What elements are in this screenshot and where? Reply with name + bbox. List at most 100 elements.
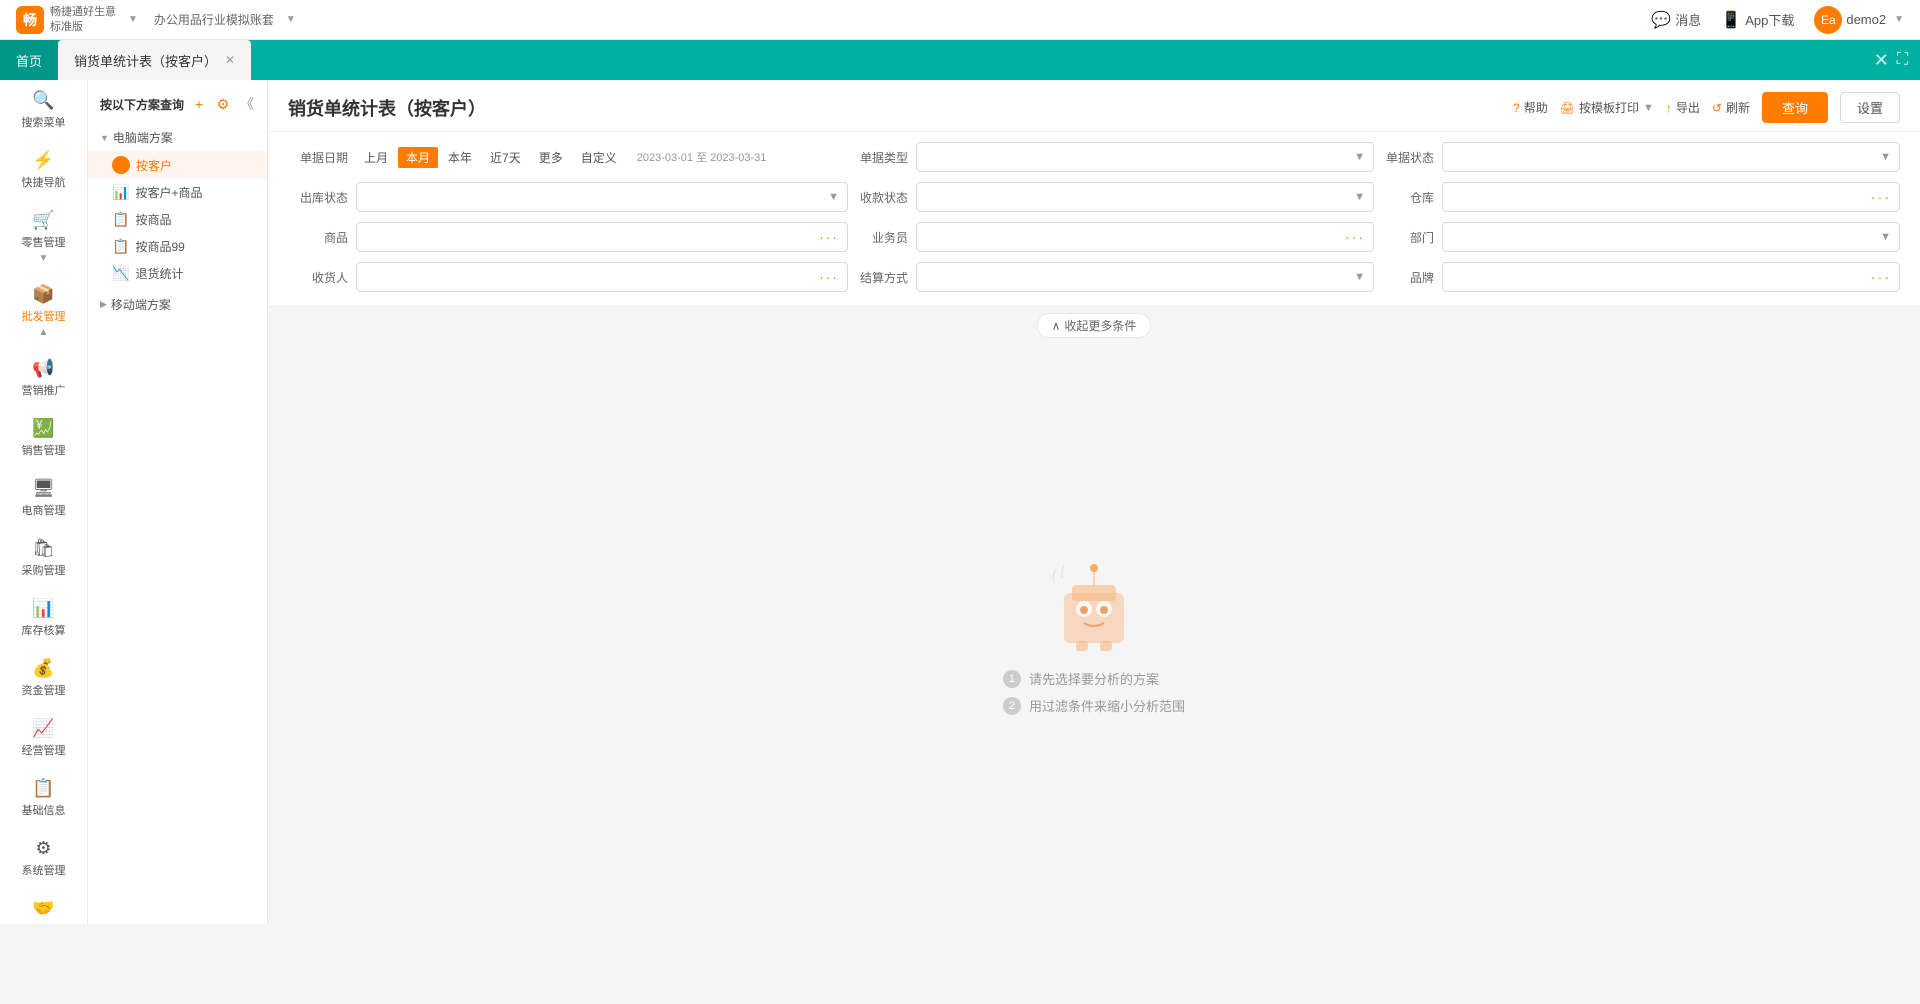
brand-dots: ··· xyxy=(1871,269,1891,285)
sales-stats-tab-label: 销货单统计表（按客户） xyxy=(74,51,217,70)
retail-icon: 🛒 xyxy=(32,210,54,231)
message-btn[interactable]: 💬 消息 xyxy=(1651,10,1701,30)
industry-dropdown-arrow[interactable]: ▼ xyxy=(286,14,296,25)
receipt-status-arrow: ▼ xyxy=(1354,191,1365,203)
content-area: 销货单统计表（按客户） ? 帮助 🖨 按模板打印 ▼ ↑ 导出 ↺ 刷新 xyxy=(268,80,1920,924)
scheme-item-by-goods-99[interactable]: 📋 按商品99 xyxy=(88,233,267,260)
tab-home[interactable]: 首页 xyxy=(0,40,58,80)
template-print-label: 按模板打印 xyxy=(1579,99,1639,116)
template-print-btn[interactable]: 🖨 按模板打印 ▼ xyxy=(1560,99,1654,116)
refresh-icon: ↺ xyxy=(1712,101,1722,115)
sidebar-item-marketing[interactable]: 📢 营销推广 xyxy=(0,348,87,408)
search-icon: 🔍 xyxy=(32,90,54,111)
settings-btn[interactable]: 设置 xyxy=(1840,92,1900,123)
doc-type-arrow: ▼ xyxy=(1354,151,1365,163)
message-icon: 💬 xyxy=(1651,10,1671,30)
empty-tip-2-text: 用过滤条件来缩小分析范围 xyxy=(1029,696,1185,715)
print-dropdown-arrow: ▼ xyxy=(1643,102,1654,114)
date-tab-more[interactable]: 更多 xyxy=(531,147,571,168)
sidebar-item-sales[interactable]: 💹 销售管理 xyxy=(0,408,87,468)
scheme-settings-btn[interactable]: ⚙ xyxy=(213,94,233,114)
sidebar-item-system[interactable]: ⚙ 系统管理 xyxy=(0,828,87,888)
salesperson-select[interactable]: ··· xyxy=(916,222,1374,252)
purchase-icon: 🛍 xyxy=(32,538,55,559)
settlement-select[interactable]: ▼ xyxy=(916,262,1374,292)
doc-type-select[interactable]: ▼ xyxy=(916,142,1374,172)
goods-select[interactable]: ··· xyxy=(356,222,848,252)
receipt-status-filter: 收款状态 ▼ xyxy=(848,182,1374,212)
sidebar-item-basic[interactable]: 📋 基础信息 xyxy=(0,768,87,828)
app-dropdown-arrow[interactable]: ▼ xyxy=(128,14,138,25)
scheme-item-by-customer-goods[interactable]: 📊 按客户+商品 xyxy=(88,179,267,206)
date-tab-last-month[interactable]: 上月 xyxy=(356,147,396,168)
window-close-btn[interactable]: ✕ xyxy=(1874,50,1889,71)
tab-close-btn[interactable]: ✕ xyxy=(225,53,235,67)
help-btn[interactable]: ? 帮助 xyxy=(1513,99,1548,116)
refresh-btn[interactable]: ↺ 刷新 xyxy=(1712,99,1750,116)
user-dropdown-arrow: ▼ xyxy=(1894,14,1904,25)
empty-tip-2: 2 用过滤条件来缩小分析范围 xyxy=(1003,696,1185,715)
message-label: 消息 xyxy=(1675,10,1701,29)
sidebar-item-wholesale[interactable]: 📦 批发管理 ▲ xyxy=(0,274,87,348)
scheme-item-by-goods[interactable]: 📋 按商品 xyxy=(88,206,267,233)
doc-type-filter: 单据类型 ▼ xyxy=(848,142,1374,172)
help-icon: ? xyxy=(1513,101,1520,115)
date-tab-7days[interactable]: 近7天 xyxy=(482,147,529,168)
sidebar-item-ecom[interactable]: 🖥 电商管理 xyxy=(0,468,87,528)
collapse-bar[interactable]: ∧ 收起更多条件 xyxy=(268,307,1920,344)
doc-status-arrow: ▼ xyxy=(1880,151,1891,163)
by-customer-label: 按客户 xyxy=(136,157,172,174)
desktop-group-label: 电脑端方案 xyxy=(113,129,257,146)
mobile-group-arrow: ▶ xyxy=(100,299,107,310)
date-tab-this-month[interactable]: 本月 xyxy=(398,147,438,168)
window-maximize-btn[interactable]: ⛶ xyxy=(1897,51,1908,69)
return-stats-label: 退货统计 xyxy=(135,265,183,282)
sidebar-item-finance[interactable]: 💰 资金管理 xyxy=(0,648,87,708)
warehouse-select[interactable]: ··· xyxy=(1442,182,1900,212)
settlement-label: 结算方式 xyxy=(848,269,908,286)
brand-label: 品牌 xyxy=(1374,269,1434,286)
scheme-panel-header: 按以下方案查询 + ⚙ 《 xyxy=(88,88,267,120)
doc-status-select[interactable]: ▼ xyxy=(1442,142,1900,172)
receipt-status-select[interactable]: ▼ xyxy=(916,182,1374,212)
sidebar-item-search[interactable]: 🔍 搜索菜单 xyxy=(0,80,87,140)
filter-section: 单据日期 上月 本月 本年 近7天 更多 自定义 2023-03-01 至 20… xyxy=(268,132,1920,307)
date-filter: 单据日期 上月 本月 本年 近7天 更多 自定义 2023-03-01 至 20… xyxy=(288,147,848,168)
out-status-select[interactable]: ▼ xyxy=(356,182,848,212)
collapse-label: 收起更多条件 xyxy=(1064,317,1136,334)
user-area[interactable]: Ea demo2 ▼ xyxy=(1814,6,1904,34)
scheme-item-return-stats[interactable]: 📉 退货统计 xyxy=(88,260,267,287)
help-label: 帮助 xyxy=(1524,99,1548,116)
collapse-btn[interactable]: ∧ 收起更多条件 xyxy=(1037,313,1152,338)
scheme-add-btn[interactable]: + xyxy=(189,94,209,114)
sidebar-item-purchase[interactable]: 🛍 采购管理 xyxy=(0,528,87,588)
scheme-collapse-btn[interactable]: 《 xyxy=(237,94,257,114)
app-download-btn[interactable]: 📱 App下载 xyxy=(1721,10,1794,30)
brand-filter: 品牌 ··· xyxy=(1374,262,1900,292)
export-btn[interactable]: ↑ 导出 xyxy=(1666,99,1700,116)
user-name-label: demo2 xyxy=(1846,12,1886,27)
scheme-group-desktop-header[interactable]: ▼ 电脑端方案 xyxy=(88,124,267,151)
date-tab-this-year[interactable]: 本年 xyxy=(440,147,480,168)
brand-select[interactable]: ··· xyxy=(1442,262,1900,292)
quick-nav-icon: ⚡ xyxy=(32,150,54,171)
date-tab-custom[interactable]: 自定义 xyxy=(573,147,625,168)
date-label: 单据日期 xyxy=(288,149,348,166)
consignee-select[interactable]: ··· xyxy=(356,262,848,292)
out-status-filter: 出库状态 ▼ xyxy=(288,182,848,212)
chart-icon-1: 📊 xyxy=(112,184,129,201)
scheme-item-by-customer[interactable]: 按客户 xyxy=(88,151,267,179)
retail-expand-arrow: ▼ xyxy=(39,253,49,264)
tab-sales-stats[interactable]: 销货单统计表（按客户） ✕ xyxy=(58,40,251,80)
sidebar-item-quick-nav[interactable]: ⚡ 快捷导航 xyxy=(0,140,87,200)
wholesale-expand-arrow: ▲ xyxy=(39,327,49,338)
sales-icon: 💹 xyxy=(32,418,54,439)
sidebar-item-enterprise[interactable]: 🤝 企业协同 xyxy=(0,888,87,924)
refresh-label: 刷新 xyxy=(1726,99,1750,116)
sidebar-item-inventory[interactable]: 📊 库存核算 xyxy=(0,588,87,648)
scheme-group-mobile-header[interactable]: ▶ 移动端方案 xyxy=(88,291,267,318)
query-btn[interactable]: 查询 xyxy=(1762,92,1828,123)
sidebar-item-operations[interactable]: 📈 经营管理 xyxy=(0,708,87,768)
sidebar-item-retail[interactable]: 🛒 零售管理 ▼ xyxy=(0,200,87,274)
department-select[interactable]: ▼ xyxy=(1442,222,1900,252)
